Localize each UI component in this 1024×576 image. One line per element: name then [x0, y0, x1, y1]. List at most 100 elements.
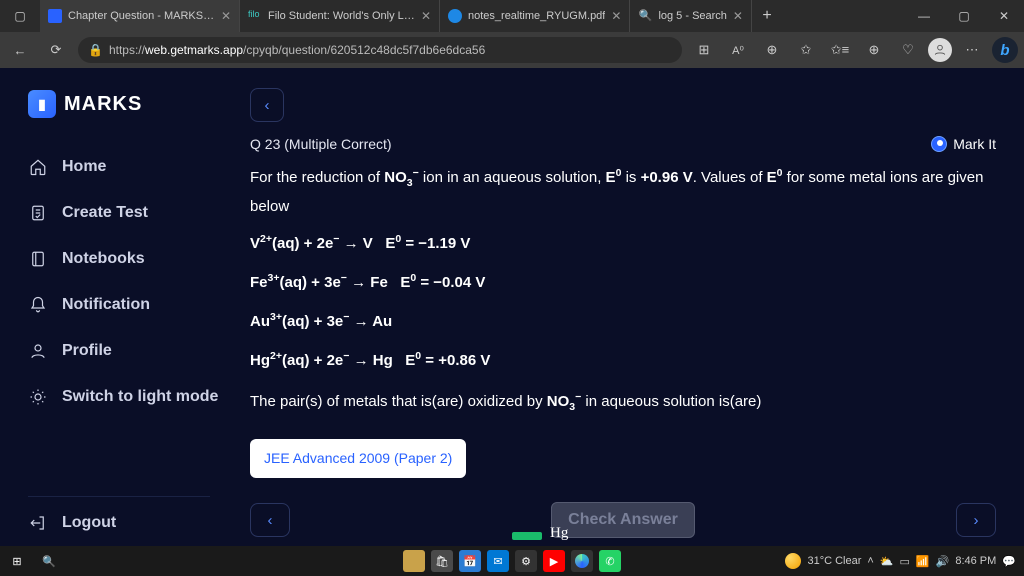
sidebar-item-profile[interactable]: Profile — [28, 328, 230, 374]
sidebar-item-label: Switch to light mode — [62, 388, 218, 406]
tab-filo[interactable]: filo Filo Student: World's Only Live In … — [240, 0, 440, 32]
person-icon — [933, 43, 947, 57]
cloud-sync-icon[interactable]: ⛅ — [880, 555, 894, 568]
url-text: https://web.getmarks.app/cpyqb/question/… — [109, 43, 485, 57]
favicon-marks-icon — [48, 9, 62, 23]
mark-it-button[interactable]: Mark It — [931, 136, 996, 152]
weather-moon-icon — [785, 553, 801, 569]
edge-icon[interactable] — [571, 550, 593, 572]
sidebar-item-label: Notebooks — [62, 250, 145, 268]
logout-icon — [28, 513, 48, 533]
question-body: For the reduction of NO3− ion in an aque… — [250, 164, 996, 478]
bookmark-icon — [931, 136, 947, 152]
battery-icon[interactable]: ▭ — [900, 555, 910, 568]
search-taskbar-icon[interactable]: 🔍 — [38, 550, 60, 572]
notification-center-icon[interactable]: 💬 — [1002, 555, 1016, 568]
brand-logo-icon: ▮ — [28, 90, 56, 118]
weather-text[interactable]: 31°C Clear — [807, 555, 861, 567]
next-question-button[interactable]: › — [956, 503, 996, 537]
calendar-icon[interactable]: 📅 — [459, 550, 481, 572]
brand-text: MARKS — [64, 93, 142, 116]
close-icon[interactable]: ✕ — [421, 9, 431, 23]
favicon-pdf-icon — [448, 9, 462, 23]
prev-question-button[interactable]: ‹ — [250, 503, 290, 537]
browser-titlebar: ▢ Chapter Question - MARKS App ✕ filo Fi… — [0, 0, 1024, 32]
clock-text[interactable]: 8:46 PM — [955, 555, 996, 567]
refresh-button[interactable]: ⟳ — [42, 36, 70, 64]
volume-icon[interactable]: 🔊 — [936, 555, 950, 568]
option-fragment-text: Hg — [550, 525, 568, 542]
zoom-icon[interactable]: ⊕ — [758, 36, 786, 64]
back-button[interactable]: ← — [6, 36, 34, 64]
check-answer-button[interactable]: Check Answer — [551, 502, 695, 538]
question-header: Q 23 (Multiple Correct) Mark It — [250, 136, 996, 152]
close-icon[interactable]: ✕ — [733, 9, 743, 23]
sidebar-item-label: Notification — [62, 296, 150, 314]
equation-v: V2+(aq) + 2e− → V E0 = −1.19 V — [250, 230, 996, 257]
sidebar-item-home[interactable]: Home — [28, 144, 230, 190]
sun-icon — [28, 387, 48, 407]
sidebar-item-switch-mode[interactable]: Switch to light mode — [28, 374, 230, 420]
close-window-button[interactable]: ✕ — [984, 0, 1024, 32]
profile-icon — [28, 341, 48, 361]
favorites-menu-icon[interactable]: ✩≡ — [826, 36, 854, 64]
equation-au: Au3+(aq) + 3e− → Au — [250, 308, 996, 335]
back-chip-button[interactable]: ‹ — [250, 88, 284, 122]
youtube-icon[interactable]: ▶ — [543, 550, 565, 572]
sidebar-item-logout[interactable]: Logout — [28, 496, 210, 546]
new-tab-button[interactable]: + — [752, 7, 782, 25]
performance-icon[interactable]: ♡ — [894, 36, 922, 64]
wifi-icon[interactable]: 📶 — [916, 555, 930, 568]
sidebar-item-notification[interactable]: Notification — [28, 282, 230, 328]
minimize-button[interactable]: — — [904, 0, 944, 32]
sidebar-item-label: Logout — [62, 514, 116, 532]
url-input[interactable]: 🔒 https://web.getmarks.app/cpyqb/questio… — [78, 37, 682, 63]
bing-button[interactable]: b — [992, 37, 1018, 63]
app-body: ▮ MARKS Home Create Test Notebooks Notif… — [0, 68, 1024, 546]
equation-hg: Hg2+(aq) + 2e− → Hg E0 = +0.86 V — [250, 347, 996, 374]
tab-title: log 5 - Search — [658, 10, 726, 22]
exam-tag[interactable]: JEE Advanced 2009 (Paper 2) — [250, 439, 466, 478]
question-nav-row: ‹ Check Answer › Hg — [250, 502, 996, 538]
read-aloud-icon[interactable]: A⁰ — [724, 36, 752, 64]
favicon-filo-icon: filo — [248, 9, 262, 23]
tab-strip-icon[interactable]: ▢ — [0, 0, 40, 32]
address-bar: ← ⟳ 🔒 https://web.getmarks.app/cpyqb/que… — [0, 32, 1024, 68]
taskbar-apps: 🛍 📅 ✉ ⚙ ▶ ✆ — [403, 550, 621, 572]
mail-icon[interactable]: ✉ — [487, 550, 509, 572]
maximize-button[interactable]: ▢ — [944, 0, 984, 32]
tab-marks[interactable]: Chapter Question - MARKS App ✕ — [40, 0, 240, 32]
content-area: ‹ Q 23 (Multiple Correct) Mark It For th… — [230, 68, 1024, 546]
start-button[interactable]: ⊞ — [6, 550, 28, 572]
tab-title: Filo Student: World's Only Live In — [268, 10, 415, 22]
collections-icon[interactable]: ⊕ — [860, 36, 888, 64]
whatsapp-icon[interactable]: ✆ — [599, 550, 621, 572]
sidebar-item-label: Create Test — [62, 204, 148, 222]
favicon-search-icon: 🔍 — [638, 9, 652, 23]
store-icon[interactable]: 🛍 — [431, 550, 453, 572]
more-menu-icon[interactable]: ⋯ — [958, 36, 986, 64]
sidebar-item-notebooks[interactable]: Notebooks — [28, 236, 230, 282]
create-test-icon — [28, 203, 48, 223]
settings-icon[interactable]: ⚙ — [515, 550, 537, 572]
close-icon[interactable]: ✕ — [611, 9, 621, 23]
sidebar-item-label: Home — [62, 158, 106, 176]
sidebar-item-label: Profile — [62, 342, 112, 360]
tab-search[interactable]: 🔍 log 5 - Search ✕ — [630, 0, 752, 32]
chevron-up-icon[interactable]: ˄ — [867, 555, 873, 567]
home-icon — [28, 157, 48, 177]
tab-title: Chapter Question - MARKS App — [68, 10, 215, 22]
option-fragment-bar — [512, 532, 542, 540]
lock-icon: 🔒 — [88, 43, 103, 57]
notebook-icon — [28, 249, 48, 269]
question-intro: For the reduction of NO3− ion in an aque… — [250, 164, 996, 220]
tab-pdf[interactable]: notes_realtime_RYUGM.pdf ✕ — [440, 0, 630, 32]
mark-it-label: Mark It — [953, 136, 996, 152]
sidebar-item-create-test[interactable]: Create Test — [28, 190, 230, 236]
favorites-star-icon[interactable]: ✩ — [792, 36, 820, 64]
file-explorer-icon[interactable] — [403, 550, 425, 572]
app-grid-icon[interactable]: ⊞ — [690, 36, 718, 64]
brand[interactable]: ▮ MARKS — [28, 90, 230, 118]
close-icon[interactable]: ✕ — [221, 9, 231, 23]
profile-avatar[interactable] — [928, 38, 952, 62]
